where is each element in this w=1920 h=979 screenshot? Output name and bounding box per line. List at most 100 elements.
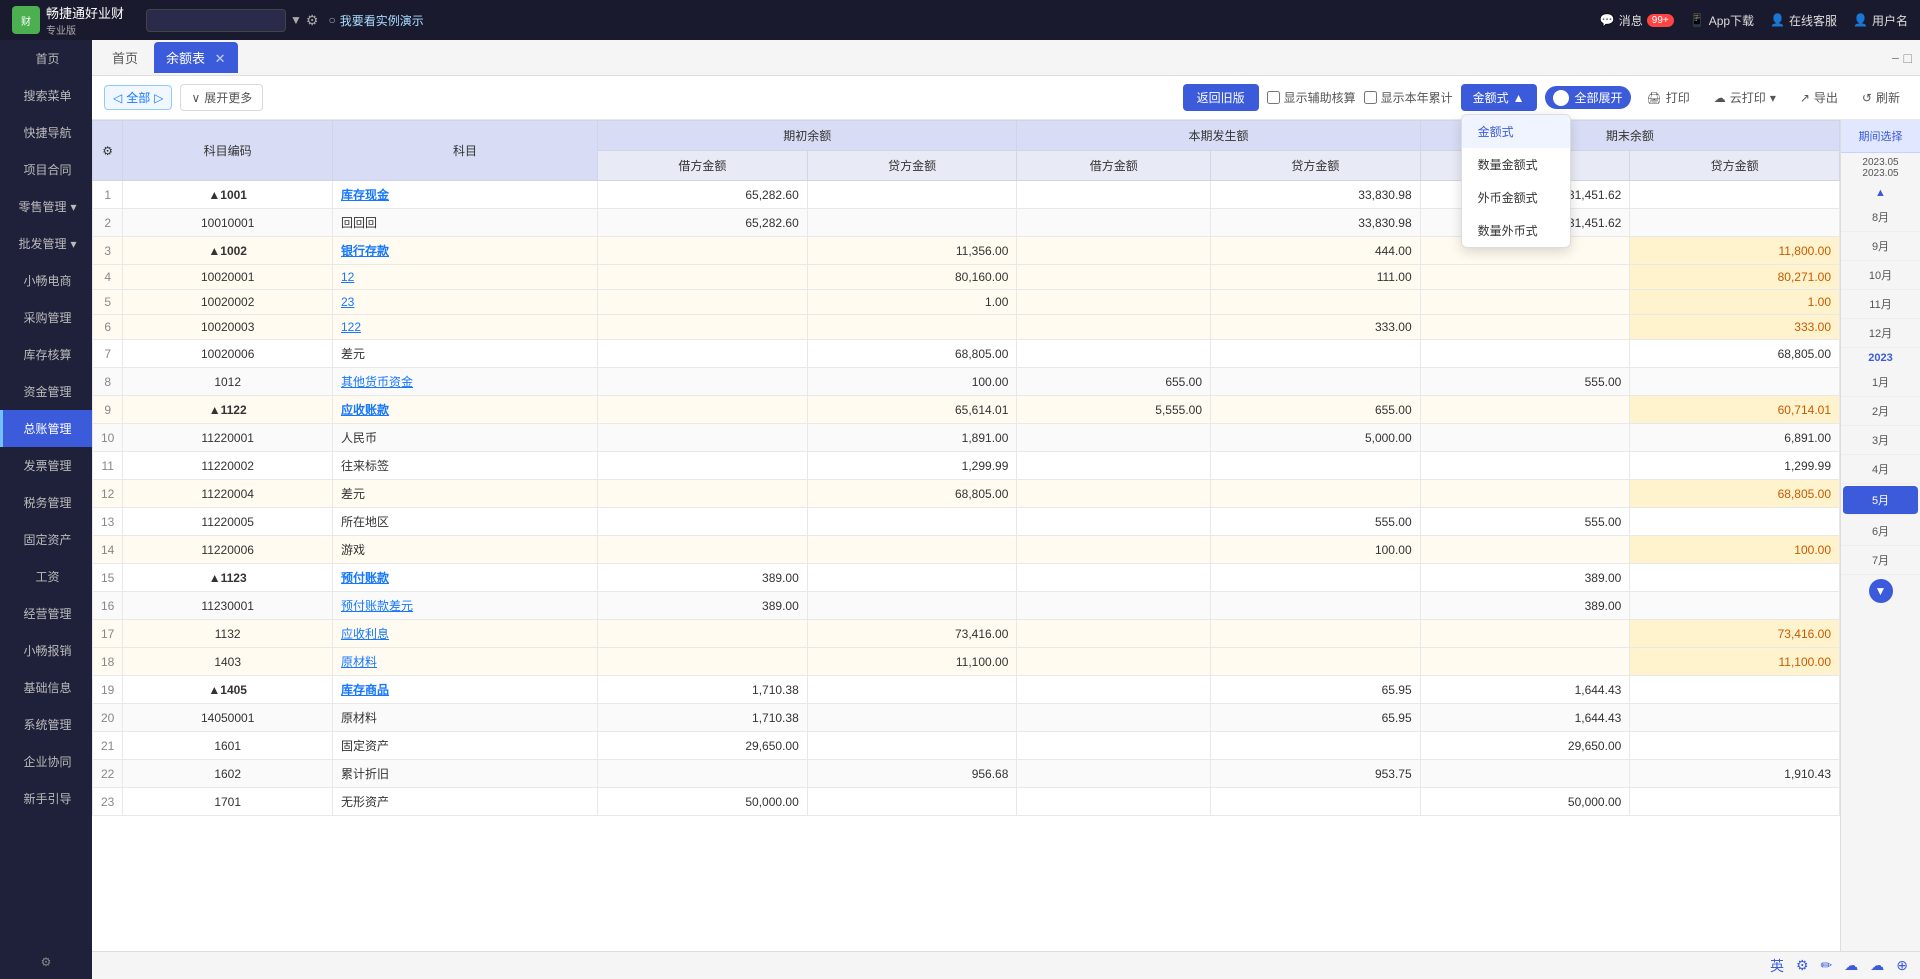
all-filter-tag[interactable]: ◁ 全部 ▷ xyxy=(104,85,172,110)
account-name[interactable]: 23 xyxy=(333,290,598,315)
table-row[interactable]: 231701无形资产50,000.0050,000.00 xyxy=(93,788,1840,816)
settings-gear-icon[interactable]: ⚙ xyxy=(306,12,319,29)
month-mar[interactable]: 3月 xyxy=(1841,426,1920,455)
sidebar-item-basics[interactable]: 基础信息 xyxy=(0,669,92,706)
bottom-cloud1-icon[interactable]: ☁ xyxy=(1844,957,1858,974)
demo-link[interactable]: ○ 我要看实例演示 xyxy=(328,12,423,29)
sidebar-item-wholesale[interactable]: 批发管理 ▾ xyxy=(0,225,92,262)
month-jul[interactable]: 7月 xyxy=(1841,546,1920,575)
bottom-add-icon[interactable]: ⊕ xyxy=(1896,957,1908,974)
tab-minimize-btn[interactable]: − xyxy=(1891,50,1899,66)
month-feb[interactable]: 2月 xyxy=(1841,397,1920,426)
sidebar-item-home[interactable]: 首页 xyxy=(0,40,92,77)
month-apr[interactable]: 4月 xyxy=(1841,455,1920,484)
sidebar-item-invoice[interactable]: 发票管理 xyxy=(0,447,92,484)
sidebar-item-payroll[interactable]: 工资 xyxy=(0,558,92,595)
search-top-input[interactable] xyxy=(146,9,286,32)
account-name[interactable]: 其他货币资金 xyxy=(333,368,598,396)
table-row[interactable]: 710020006差元68,805.0068,805.00 xyxy=(93,340,1840,368)
table-row[interactable]: 1▲1001库存现金65,282.6033,830.9831,451.62 xyxy=(93,181,1840,209)
format-dropdown-btn[interactable]: 金额式 ▲ 金额式 数量金额式 外币金额式 数量外币式 xyxy=(1461,84,1537,111)
account-name[interactable]: 应收利息 xyxy=(333,620,598,648)
month-dec[interactable]: 12月 xyxy=(1841,319,1920,348)
format-option-quantity-foreign[interactable]: 数量外币式 xyxy=(1462,214,1570,247)
month-jan[interactable]: 1月 xyxy=(1841,368,1920,397)
table-row[interactable]: 81012其他货币资金100.00655.00555.00 xyxy=(93,368,1840,396)
sidebar-item-system[interactable]: 系统管理 xyxy=(0,706,92,743)
show-aux-input[interactable] xyxy=(1267,91,1280,104)
table-row[interactable]: 1411220006游戏100.00100.00 xyxy=(93,536,1840,564)
sidebar-item-guide[interactable]: 新手引导 xyxy=(0,780,92,817)
month-sep[interactable]: 9月 xyxy=(1841,232,1920,261)
tab-home[interactable]: 首页 xyxy=(100,42,150,73)
show-year-checkbox[interactable]: 显示本年累计 xyxy=(1364,89,1453,106)
table-row[interactable]: 9▲1122应收账款65,614.015,555.00655.0060,714.… xyxy=(93,396,1840,424)
month-nov[interactable]: 11月 xyxy=(1841,290,1920,319)
table-row[interactable]: 610020003122333.00333.00 xyxy=(93,315,1840,340)
sidebar-item-funds[interactable]: 资金管理 xyxy=(0,373,92,410)
tab-maximize-btn[interactable]: □ xyxy=(1904,50,1912,66)
show-year-input[interactable] xyxy=(1364,91,1377,104)
month-jun[interactable]: 6月 xyxy=(1841,517,1920,546)
sidebar-item-search[interactable]: 搜索菜单 xyxy=(0,77,92,114)
month-oct[interactable]: 10月 xyxy=(1841,261,1920,290)
table-row[interactable]: 181403原材料11,100.0011,100.00 xyxy=(93,648,1840,676)
table-row[interactable]: 1211220004差元68,805.0068,805.00 xyxy=(93,480,1840,508)
expand-more-btn[interactable]: ∨ 展开更多 xyxy=(180,84,263,111)
account-name[interactable]: 原材料 xyxy=(333,648,598,676)
table-row[interactable]: 3▲1002银行存款11,356.00444.0011,800.00 xyxy=(93,237,1840,265)
account-name[interactable]: 122 xyxy=(333,315,598,340)
next-year-btn[interactable]: ▼ xyxy=(1841,575,1920,607)
format-option-amount[interactable]: 金额式 xyxy=(1462,115,1570,148)
month-may[interactable]: 5月 xyxy=(1843,486,1918,515)
month-aug[interactable]: 8月 xyxy=(1841,203,1920,232)
sidebar-settings-btn[interactable]: ⚙ xyxy=(0,945,92,979)
dropdown-top-arrow[interactable]: ▼ xyxy=(290,13,302,27)
show-aux-checkbox[interactable]: 显示辅助核算 xyxy=(1267,89,1356,106)
table-row[interactable]: 1111220002往来标签1,299.991,299.99 xyxy=(93,452,1840,480)
tab-balance[interactable]: 余额表 ✕ xyxy=(154,42,238,73)
table-row[interactable]: 19▲1405库存商品1,710.3865.951,644.43 xyxy=(93,676,1840,704)
tab-close-icon[interactable]: ✕ xyxy=(215,51,226,66)
lang-icon[interactable]: 英 xyxy=(1770,956,1784,976)
table-row[interactable]: 1011220001人民币1,891.005,000.006,891.00 xyxy=(93,424,1840,452)
sidebar-item-operations[interactable]: 经营管理 xyxy=(0,595,92,632)
sidebar-item-assets[interactable]: 固定资产 xyxy=(0,521,92,558)
cloud-print-btn[interactable]: ☁ 云打印 ▾ xyxy=(1706,85,1784,110)
sidebar-item-expense[interactable]: 小畅报销 xyxy=(0,632,92,669)
sidebar-item-retail[interactable]: 零售管理 ▾ xyxy=(0,188,92,225)
down-circle-icon[interactable]: ▼ xyxy=(1869,579,1893,603)
account-name[interactable]: 12 xyxy=(333,265,598,290)
expand-all-toggle[interactable]: 全部展开 xyxy=(1545,86,1631,109)
table-row[interactable]: 211601固定资产29,650.0029,650.00 xyxy=(93,732,1840,760)
prev-year-btn[interactable]: ▲ xyxy=(1841,183,1920,203)
format-option-foreign-amount[interactable]: 外币金额式 xyxy=(1462,181,1570,214)
table-row[interactable]: 15▲1123预付账款389.00389.00 xyxy=(93,564,1840,592)
sidebar-item-cooperation[interactable]: 企业协同 xyxy=(0,743,92,780)
account-name[interactable]: 预付账款差元 xyxy=(333,592,598,620)
sidebar-item-nav[interactable]: 快捷导航 xyxy=(0,114,92,151)
sidebar-item-ecommerce[interactable]: 小畅电商 xyxy=(0,262,92,299)
bottom-edit-icon[interactable]: ✏ xyxy=(1821,957,1833,974)
table-row[interactable]: 221602累计折旧956.68953.751,910.43 xyxy=(93,760,1840,788)
table-row[interactable]: 2014050001原材料1,710.3865.951,644.43 xyxy=(93,704,1840,732)
sidebar-item-tax[interactable]: 税务管理 xyxy=(0,484,92,521)
app-download-btn[interactable]: 📱 App下载 xyxy=(1690,12,1754,29)
sidebar-item-project[interactable]: 项目合同 xyxy=(0,151,92,188)
table-row[interactable]: 1311220005所在地区555.00555.00 xyxy=(93,508,1840,536)
table-row[interactable]: 171132应收利息73,416.0073,416.00 xyxy=(93,620,1840,648)
export-btn[interactable]: ↗ 导出 xyxy=(1792,85,1846,110)
table-row[interactable]: 4100200011280,160.00111.0080,271.00 xyxy=(93,265,1840,290)
table-row[interactable]: 1611230001预付账款差元389.00389.00 xyxy=(93,592,1840,620)
refresh-btn[interactable]: ↺ 刷新 xyxy=(1854,85,1908,110)
sidebar-item-ledger[interactable]: 总账管理 xyxy=(0,410,92,447)
message-btn[interactable]: 💬 消息 99+ xyxy=(1600,12,1674,29)
print-btn[interactable]: 🖨 打印 xyxy=(1639,85,1698,110)
bottom-cloud2-icon[interactable]: ☁ xyxy=(1870,957,1884,974)
sidebar-item-inventory[interactable]: 库存核算 xyxy=(0,336,92,373)
col-settings[interactable]: ⚙ xyxy=(93,121,123,181)
user-avatar[interactable]: 👤 用户名 xyxy=(1853,12,1908,29)
online-service-btn[interactable]: 👤 在线客服 xyxy=(1770,12,1837,29)
format-option-quantity-amount[interactable]: 数量金额式 xyxy=(1462,148,1570,181)
table-row[interactable]: 210010001回回回65,282.6033,830.9831,451.62 xyxy=(93,209,1840,237)
